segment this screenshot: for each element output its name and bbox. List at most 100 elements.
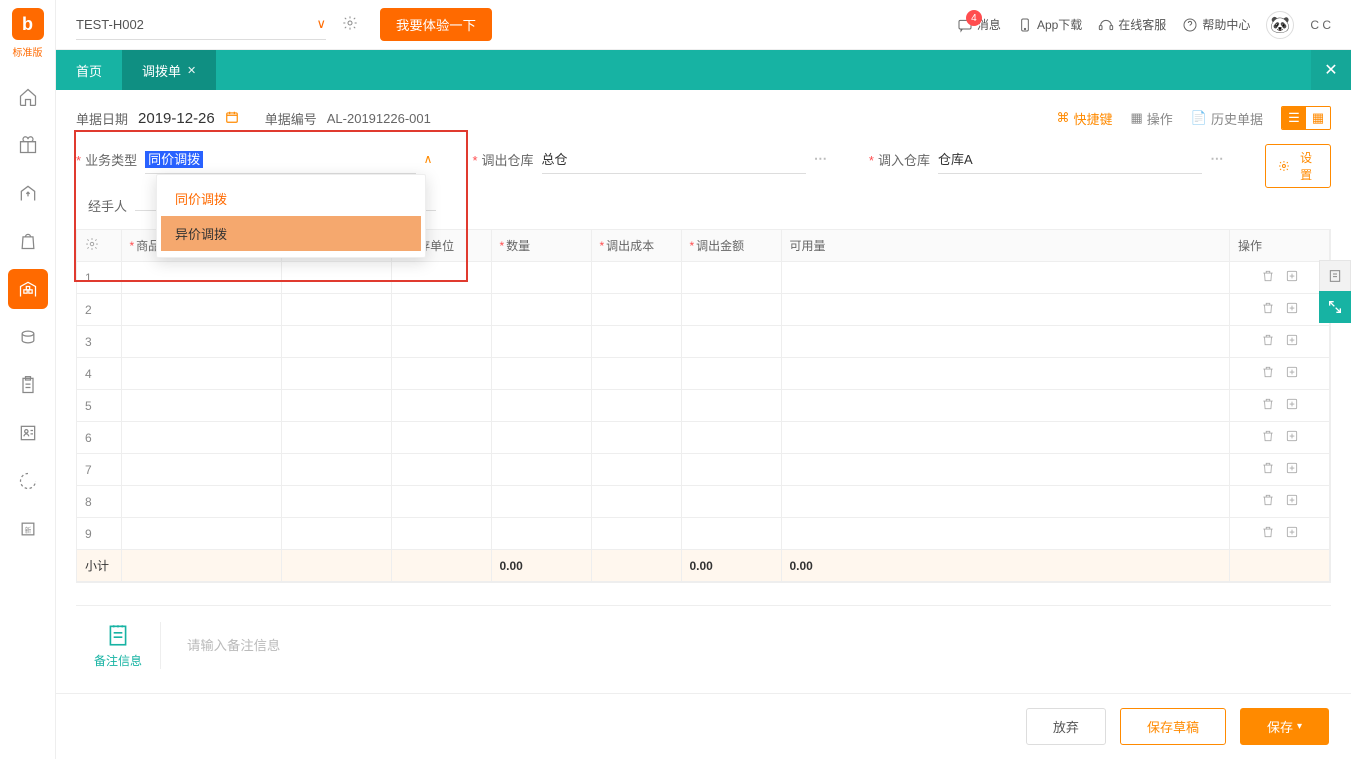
save-draft-button[interactable]: 保存草稿: [1120, 708, 1226, 745]
items-table: 商品扫码录入 规格型号 库存单位 数量 调出成本 调出金额 可用量 操作 123…: [76, 229, 1331, 583]
tab-home[interactable]: 首页: [56, 50, 122, 90]
left-sidebar: b 标准版 新: [0, 0, 56, 759]
table-row[interactable]: 7: [77, 454, 1330, 486]
tab-bar: 首页 调拨单 ✕ ✕: [56, 50, 1351, 90]
out-wh-input[interactable]: 总仓: [542, 144, 806, 174]
col-settings-header[interactable]: [77, 230, 121, 262]
brand-logo: b: [12, 8, 44, 40]
col-outcost-header: 调出成本: [591, 230, 681, 262]
in-wh-picker-icon[interactable]: ⋯: [1210, 151, 1225, 167]
tab-transfer-order[interactable]: 调拨单 ✕: [122, 50, 216, 90]
doc-date-label: 单据日期: [76, 109, 128, 128]
biz-type-dropdown: 同价调拨 异价调拨: [156, 174, 426, 258]
shortcut-link[interactable]: ⌘ 快捷键: [1056, 109, 1112, 128]
org-settings-icon[interactable]: [342, 15, 358, 34]
view-grid-icon[interactable]: ▦: [1306, 107, 1330, 129]
table-row[interactable]: 2: [77, 294, 1330, 326]
doc-date-value[interactable]: 2019-12-26: [138, 110, 215, 127]
tab-label: 调拨单: [142, 61, 181, 80]
table-row[interactable]: 8: [77, 486, 1330, 518]
doc-number-value: AL-20191226-001: [327, 111, 431, 126]
out-wh-picker-icon[interactable]: ⋯: [814, 151, 829, 167]
help-center-link[interactable]: 帮助中心: [1182, 16, 1250, 33]
table-row[interactable]: 5: [77, 390, 1330, 422]
row-add-icon[interactable]: [1285, 397, 1299, 414]
user-avatar[interactable]: 🐼: [1266, 11, 1294, 39]
row-delete-icon[interactable]: [1261, 429, 1275, 446]
row-delete-icon[interactable]: [1261, 365, 1275, 382]
row-delete-icon[interactable]: [1261, 397, 1275, 414]
messages-link[interactable]: 4 消息: [957, 16, 1001, 33]
row-add-icon[interactable]: [1285, 269, 1299, 286]
org-name: TEST-H002: [76, 17, 144, 32]
nav-house-up-icon[interactable]: [8, 173, 48, 213]
nav-money-icon[interactable]: [8, 317, 48, 357]
doc-number-label: 单据编号: [265, 109, 317, 128]
row-add-icon[interactable]: [1285, 365, 1299, 382]
biz-type-input[interactable]: 同价调拨: [145, 144, 416, 174]
nav-bag-icon[interactable]: [8, 221, 48, 261]
float-expand-icon[interactable]: [1319, 291, 1351, 323]
out-warehouse-field: 调出仓库 总仓 ⋯: [472, 144, 828, 174]
nav-clipboard-icon[interactable]: [8, 365, 48, 405]
row-index: 6: [77, 422, 121, 454]
row-delete-icon[interactable]: [1261, 493, 1275, 510]
online-service-link[interactable]: 在线客服: [1098, 16, 1166, 33]
save-button[interactable]: 保存 ▾: [1240, 708, 1329, 745]
row-index: 5: [77, 390, 121, 422]
content-area: 单据日期 2019-12-26 单据编号 AL-20191226-001 ⌘ 快…: [56, 90, 1351, 693]
brand-label: 标准版: [13, 44, 43, 59]
row-delete-icon[interactable]: [1261, 269, 1275, 286]
remark-input[interactable]: [181, 632, 1331, 659]
org-selector[interactable]: TEST-H002 ∨: [76, 10, 326, 40]
user-name[interactable]: C C: [1310, 18, 1331, 32]
nav-gift-icon[interactable]: [8, 125, 48, 165]
row-index: 2: [77, 294, 121, 326]
chevron-up-icon[interactable]: ∧: [424, 152, 433, 166]
remark-section: 备注信息: [76, 605, 1331, 685]
table-row[interactable]: 4: [77, 358, 1330, 390]
operate-link[interactable]: ▦ 操作: [1130, 109, 1172, 128]
row-delete-icon[interactable]: [1261, 461, 1275, 478]
abandon-button[interactable]: 放弃: [1026, 708, 1106, 745]
row-add-icon[interactable]: [1285, 301, 1299, 318]
settings-button[interactable]: 设置: [1265, 144, 1331, 188]
row-add-icon[interactable]: [1285, 333, 1299, 350]
history-link[interactable]: 📄 历史单据: [1191, 109, 1263, 128]
nav-warehouse-icon[interactable]: [8, 269, 48, 309]
nav-loading-icon[interactable]: [8, 461, 48, 501]
doc-meta-row: 单据日期 2019-12-26 单据编号 AL-20191226-001 ⌘ 快…: [76, 106, 1331, 130]
tabs-close-all-icon[interactable]: ✕: [1311, 50, 1351, 90]
in-wh-input[interactable]: 仓库A: [938, 144, 1202, 174]
in-wh-label: 调入仓库: [869, 150, 930, 169]
tab-close-icon[interactable]: ✕: [187, 64, 196, 77]
remark-icon: 备注信息: [76, 622, 161, 669]
try-experience-button[interactable]: 我要体验一下: [380, 8, 492, 41]
chevron-down-icon: ▾: [1297, 721, 1302, 732]
col-qty-header: 数量: [491, 230, 591, 262]
nav-home-icon[interactable]: [8, 77, 48, 117]
row-add-icon[interactable]: [1285, 429, 1299, 446]
float-note-icon[interactable]: [1319, 260, 1351, 292]
row-delete-icon[interactable]: [1261, 301, 1275, 318]
view-list-icon[interactable]: ☰: [1282, 107, 1306, 129]
calendar-icon[interactable]: [225, 110, 239, 127]
nav-contact-icon[interactable]: [8, 413, 48, 453]
table-row[interactable]: 3: [77, 326, 1330, 358]
dropdown-option-diff-price[interactable]: 异价调拨: [161, 216, 421, 251]
footer-actions: 放弃 保存草稿 保存 ▾: [56, 693, 1351, 759]
row-delete-icon[interactable]: [1261, 333, 1275, 350]
row-add-icon[interactable]: [1285, 493, 1299, 510]
subtotal-available: 0.00: [781, 550, 1230, 582]
in-warehouse-field: 调入仓库 仓库A ⋯: [869, 144, 1225, 174]
table-row[interactable]: 6: [77, 422, 1330, 454]
table-row[interactable]: 1: [77, 262, 1330, 294]
row-delete-icon[interactable]: [1261, 525, 1275, 542]
col-operate-header: 操作: [1230, 230, 1330, 262]
app-download-link[interactable]: App下载: [1017, 16, 1082, 33]
row-add-icon[interactable]: [1285, 525, 1299, 542]
table-row[interactable]: 9: [77, 518, 1330, 550]
nav-new-icon[interactable]: 新: [8, 509, 48, 549]
row-add-icon[interactable]: [1285, 461, 1299, 478]
dropdown-option-same-price[interactable]: 同价调拨: [161, 181, 421, 216]
